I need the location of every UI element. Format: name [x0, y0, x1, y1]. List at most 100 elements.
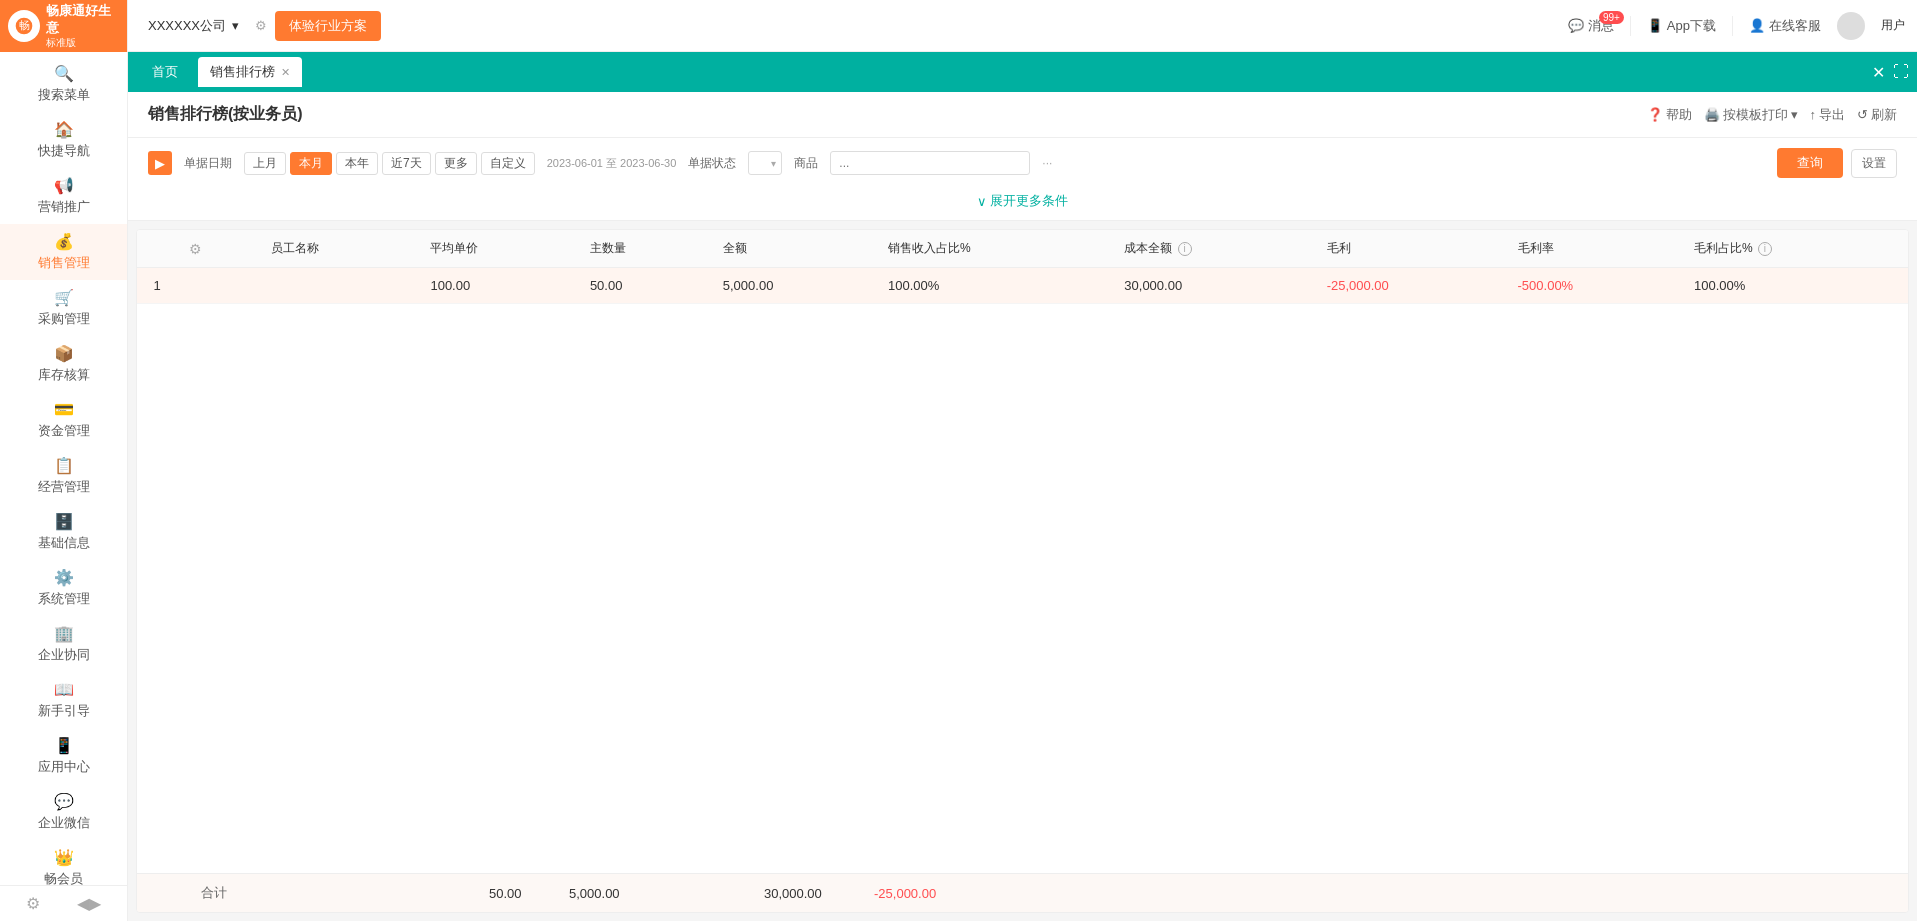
- footer-cost: 30,000.00: [764, 886, 874, 901]
- status-select-wrap: [748, 151, 782, 175]
- filter-toggle-btn[interactable]: ▶: [148, 151, 172, 175]
- status-select[interactable]: [748, 151, 782, 175]
- sidebar-item-sales[interactable]: 💰 销售管理: [0, 224, 127, 280]
- company-name: XXXXXX公司: [148, 17, 226, 35]
- date-filter-label: 单据日期: [184, 155, 232, 172]
- sidebar-nav: 🔍 搜索菜单 🏠 快捷导航 📢 营销推广 💰 销售管理 🛒 采购管理 📦 库存核…: [0, 52, 127, 885]
- table-row: 1 100.00 50.00 5,000.00 100.00% 30,000.0…: [137, 268, 1908, 304]
- topbar: XXXXXX公司 ▾ ⚙ 体验行业方案 💬 消息 99+ 📱 App下载 👤 在…: [128, 0, 1917, 52]
- tab-sales-ranking[interactable]: 销售排行榜 ✕: [198, 57, 302, 87]
- finance-nav-icon: 💳: [54, 400, 74, 419]
- filter-expand-row: ∨ 展开更多条件: [148, 188, 1897, 210]
- goods-more-btn[interactable]: ···: [1042, 156, 1052, 170]
- page-title: 销售排行榜(按业务员): [148, 104, 303, 125]
- table-header-row: ⚙ 员工名称 平均单价 主数量 全额 销售收入占比% 成本全额 i 毛利 毛利率: [137, 230, 1908, 268]
- expand-arrow-icon: ∨: [977, 194, 987, 209]
- date-range-text: 2023-06-01 至 2023-06-30: [547, 156, 677, 171]
- online-support-item[interactable]: 👤 在线客服: [1749, 17, 1821, 35]
- username-text: 用户: [1881, 17, 1905, 34]
- home-nav-icon: 🏠: [54, 120, 74, 139]
- tab-close-window-icon[interactable]: ✕: [1872, 63, 1885, 82]
- apps-nav-icon: 📱: [54, 736, 74, 755]
- table-footer: 合计 50.00 5,000.00 30,000.00 -25,000.00: [137, 873, 1908, 912]
- sidebar-item-guide[interactable]: 📖 新手引导: [0, 672, 127, 728]
- message-icon: 💬: [1568, 18, 1584, 33]
- date-btn-more[interactable]: 更多: [435, 152, 477, 175]
- filter-row-main: ▶ 单据日期 上月 本月 本年 近7天 更多 自定义 2023-06-01 至 …: [148, 148, 1897, 178]
- sidebar-item-finance[interactable]: 💳 资金管理: [0, 392, 127, 448]
- settings-bottom-icon[interactable]: ⚙: [26, 894, 40, 913]
- tab-close-icon[interactable]: ✕: [281, 66, 290, 79]
- cell-gross-ratio: 100.00%: [1682, 268, 1908, 304]
- print-dropdown-icon: ▾: [1791, 107, 1798, 122]
- tab-fullscreen-icon[interactable]: ⛶: [1893, 63, 1909, 82]
- collapse-sidebar-icon[interactable]: ◀▶: [77, 894, 101, 913]
- export-icon: ↑: [1810, 107, 1817, 122]
- sidebar-bottom: ⚙ ◀▶: [0, 885, 127, 921]
- date-btn-last-month[interactable]: 上月: [244, 152, 286, 175]
- sidebar-item-enterprise[interactable]: 🏢 企业协同: [0, 616, 127, 672]
- footer-label: 合计: [149, 884, 489, 902]
- sidebar-item-marketing[interactable]: 📢 营销推广: [0, 168, 127, 224]
- search-nav-icon: 🔍: [54, 64, 74, 83]
- expand-conditions-button[interactable]: ∨ 展开更多条件: [977, 192, 1068, 210]
- tab-home[interactable]: 首页: [136, 55, 194, 89]
- company-selector[interactable]: XXXXXX公司 ▾: [140, 13, 247, 39]
- filter-bar: ▶ 单据日期 上月 本月 本年 近7天 更多 自定义 2023-06-01 至 …: [128, 138, 1917, 221]
- purchase-nav-icon: 🛒: [54, 288, 74, 307]
- topbar-right: 💬 消息 99+ 📱 App下载 👤 在线客服 用户: [1568, 12, 1905, 40]
- cell-quantity: 50.00: [578, 268, 711, 304]
- sidebar-item-search[interactable]: 🔍 搜索菜单: [0, 56, 127, 112]
- cell-rank: 1: [137, 268, 177, 304]
- industry-plan-button[interactable]: 体验行业方案: [275, 11, 381, 41]
- message-icon-item[interactable]: 💬 消息 99+: [1568, 17, 1614, 35]
- separator: [1630, 16, 1631, 36]
- basic-nav-icon: 🗄️: [54, 512, 74, 531]
- data-table: ⚙ 员工名称 平均单价 主数量 全额 销售收入占比% 成本全额 i 毛利 毛利率: [137, 230, 1908, 304]
- table-header: ⚙ 员工名称 平均单价 主数量 全额 销售收入占比% 成本全额 i 毛利 毛利率: [137, 230, 1908, 268]
- th-settings[interactable]: ⚙: [177, 230, 259, 268]
- filter-date-buttons: 上月 本月 本年 近7天 更多 自定义: [244, 152, 535, 175]
- sidebar-item-operation[interactable]: 📋 经营管理: [0, 448, 127, 504]
- message-badge: 99+: [1599, 11, 1624, 24]
- goods-filter-input[interactable]: [830, 151, 1030, 175]
- cost-info-icon[interactable]: i: [1178, 242, 1192, 256]
- main-area: XXXXXX公司 ▾ ⚙ 体验行业方案 💬 消息 99+ 📱 App下载 👤 在…: [128, 0, 1917, 921]
- sidebar-item-apps[interactable]: 📱 应用中心: [0, 728, 127, 784]
- export-button[interactable]: ↑ 导出: [1810, 106, 1846, 124]
- date-btn-custom[interactable]: 自定义: [481, 152, 535, 175]
- sidebar-item-system[interactable]: ⚙️ 系统管理: [0, 560, 127, 616]
- separator2: [1732, 16, 1733, 36]
- cell-amount: 5,000.00: [711, 268, 876, 304]
- gross-ratio-info-icon[interactable]: i: [1758, 242, 1772, 256]
- print-button[interactable]: 🖨️ 按模板打印 ▾: [1704, 106, 1798, 124]
- sidebar-item-basic[interactable]: 🗄️ 基础信息: [0, 504, 127, 560]
- refresh-button[interactable]: ↺ 刷新: [1857, 106, 1897, 124]
- settings-button[interactable]: 设置: [1851, 149, 1897, 178]
- column-settings-icon[interactable]: ⚙: [189, 241, 202, 257]
- tabbar-right: ✕ ⛶: [1872, 63, 1909, 82]
- logo-icon: 畅: [8, 10, 40, 42]
- status-filter-label: 单据状态: [688, 155, 736, 172]
- query-button[interactable]: 查询: [1777, 148, 1843, 178]
- sidebar-item-wechat[interactable]: 💬 企业微信: [0, 784, 127, 840]
- th-gross-ratio: 毛利占比% i: [1682, 230, 1908, 268]
- table-empty-space: [137, 304, 1908, 873]
- date-btn-7days[interactable]: 近7天: [382, 152, 431, 175]
- date-btn-this-year[interactable]: 本年: [336, 152, 378, 175]
- date-btn-this-month[interactable]: 本月: [290, 152, 332, 175]
- help-button[interactable]: ❓ 帮助: [1647, 106, 1692, 124]
- sidebar-item-inventory[interactable]: 📦 库存核算: [0, 336, 127, 392]
- sidebar-item-member[interactable]: 👑 畅会员: [0, 840, 127, 885]
- sidebar-item-purchase[interactable]: 🛒 采购管理: [0, 280, 127, 336]
- avatar[interactable]: [1837, 12, 1865, 40]
- app-download-item[interactable]: 📱 App下载: [1647, 17, 1716, 35]
- gear-settings-icon[interactable]: ⚙: [255, 18, 267, 33]
- th-amount: 全额: [711, 230, 876, 268]
- sidebar: 畅 畅康通好生意 标准版 🔍 搜索菜单 🏠 快捷导航 📢 营销推广 💰 销售管理…: [0, 0, 128, 921]
- page-header-actions: ❓ 帮助 🖨️ 按模板打印 ▾ ↑ 导出 ↺ 刷新: [1647, 106, 1898, 124]
- tabbar: 首页 销售排行榜 ✕ ✕ ⛶: [128, 52, 1917, 92]
- footer-amount: 5,000.00: [569, 886, 664, 901]
- sidebar-item-quicknav[interactable]: 🏠 快捷导航: [0, 112, 127, 168]
- th-cost: 成本全额 i: [1112, 230, 1314, 268]
